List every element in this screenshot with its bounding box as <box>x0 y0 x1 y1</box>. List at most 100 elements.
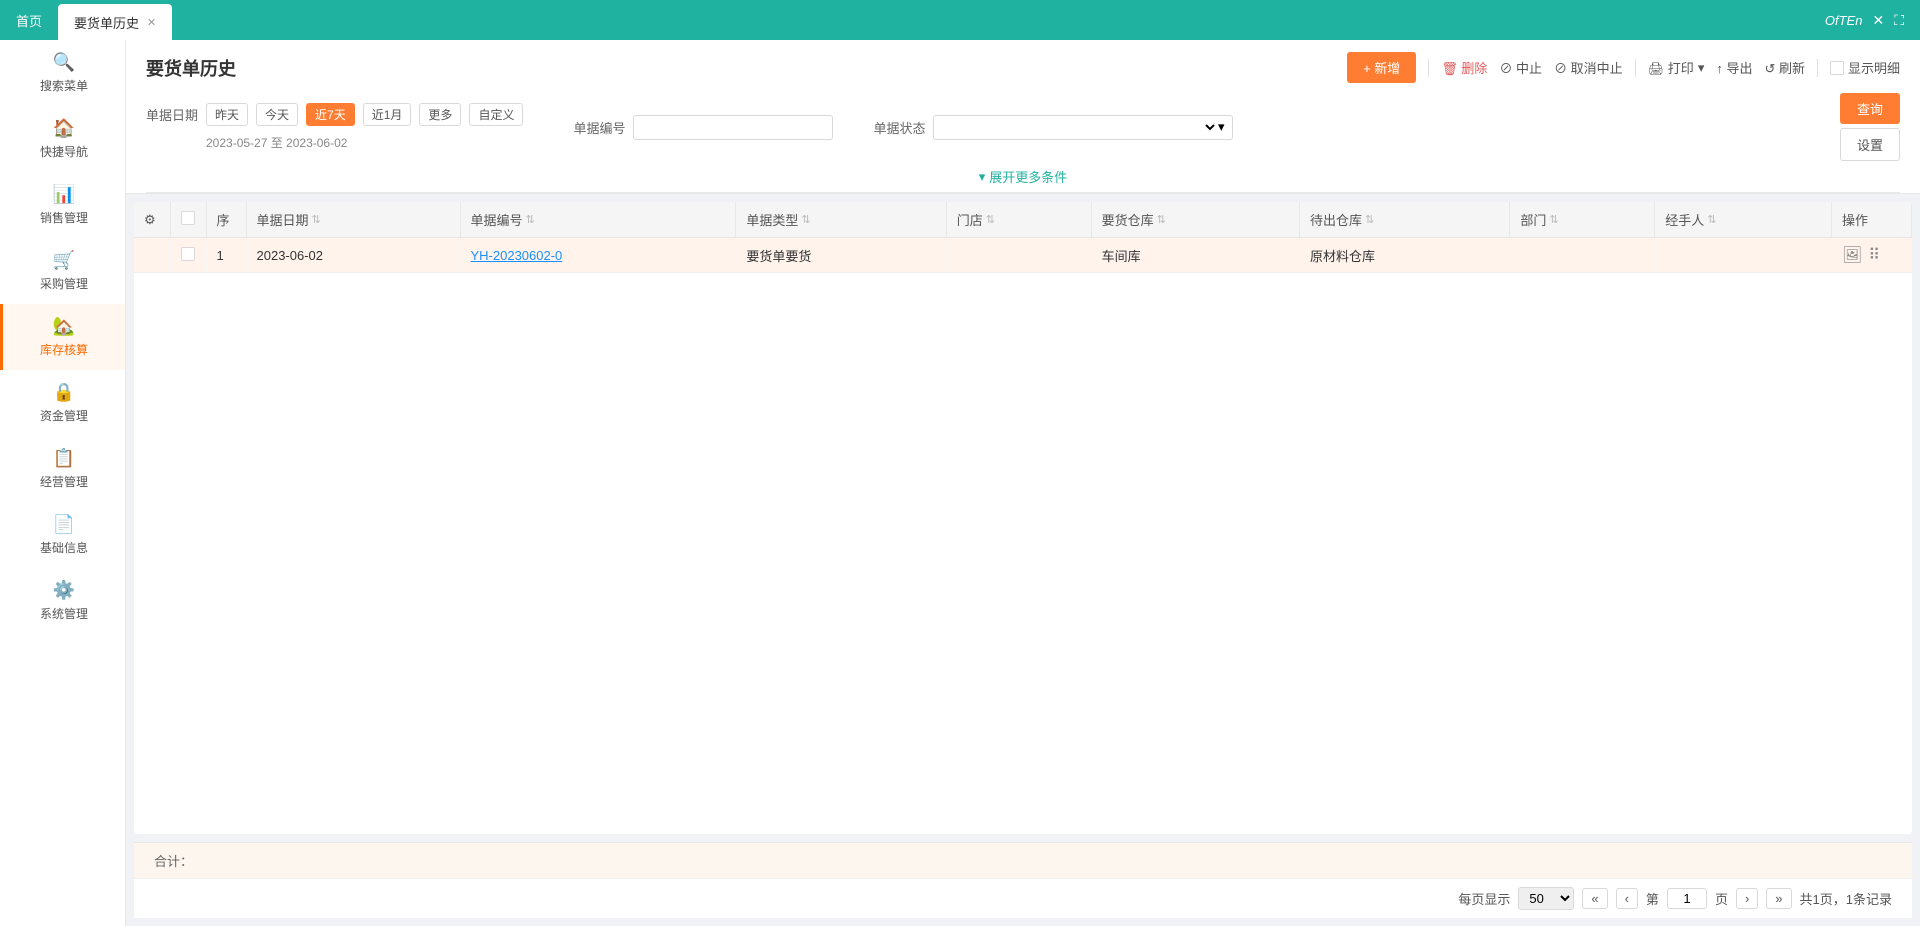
no-sort-icon[interactable]: ⇅ <box>526 213 535 226</box>
purchase-icon: 🛒 <box>53 250 75 271</box>
row-view-icon[interactable]: 🖼 <box>1842 245 1862 265</box>
date-sort-icon[interactable]: ⇅ <box>312 213 321 226</box>
display-cols-button[interactable]: 显示明细 <box>1830 58 1900 77</box>
sidebar-item-nav[interactable]: 🏠 快捷导航 <box>0 106 125 172</box>
sidebar-item-search[interactable]: 🔍 搜索菜单 <box>0 40 125 106</box>
page-title: 要货单历史 <box>146 55 236 81</box>
window-maximize-icon[interactable]: ⛶ <box>1894 12 1904 29</box>
settings-gear-icon[interactable]: ⚙ <box>144 212 156 227</box>
row-no[interactable]: YH-20230602-0 <box>460 238 736 273</box>
settings-button[interactable]: 设置 <box>1840 128 1900 161</box>
row-check <box>170 238 206 273</box>
row-more-icon[interactable]: ⠿ <box>1868 245 1880 265</box>
sidebar-label-finance: 资金管理 <box>40 407 88 424</box>
stop-label: ⊘ 中止 <box>1499 58 1542 77</box>
sidebar-item-system[interactable]: ⚙️ 系统管理 <box>0 568 125 634</box>
date-btn-custom[interactable]: 自定义 <box>469 103 523 126</box>
th-ops: 操作 <box>1832 202 1912 238</box>
tab-close-icon[interactable]: ✕ <box>147 16 156 29</box>
sidebar-item-purchase[interactable]: 🛒 采购管理 <box>0 238 125 304</box>
print-dropdown-icon[interactable]: ▾ <box>1698 60 1705 76</box>
per-page-label: 每页显示 <box>1458 889 1510 908</box>
page-title-row: 要货单历史 + 新增 🗑 删除 ⊘ 中止 ⊘ 取消中止 🖨 打印 <box>146 52 1900 83</box>
refresh-button[interactable]: ↺ 刷新 <box>1764 58 1805 77</box>
display-cols-checkbox[interactable] <box>1830 61 1844 75</box>
warehouse-sort-icon[interactable]: ⇅ <box>1157 213 1166 226</box>
next-page-btn[interactable]: › <box>1736 888 1758 909</box>
first-page-btn[interactable]: « <box>1582 888 1607 909</box>
th-date: 单据日期⇅ <box>246 202 460 238</box>
sidebar-item-finance[interactable]: 🔒 资金管理 <box>0 370 125 436</box>
sidebar-label-system: 系统管理 <box>40 605 88 622</box>
toolbar-divider-1 <box>1428 59 1429 77</box>
operations-icon: 📋 <box>53 448 75 469</box>
new-button[interactable]: + 新增 <box>1347 52 1416 83</box>
page-input[interactable] <box>1667 888 1707 909</box>
export-button[interactable]: ↑ 导出 <box>1716 58 1752 77</box>
table-body: 1 2023-06-02 YH-20230602-0 要货单要货 车间库 原材料… <box>134 238 1912 273</box>
th-type: 单据类型⇅ <box>736 202 946 238</box>
last-page-btn[interactable]: » <box>1766 888 1791 909</box>
stop-button[interactable]: ⊘ 中止 <box>1499 58 1542 77</box>
print-button[interactable]: 🖨 打印 ▾ <box>1648 58 1705 77</box>
sidebar-item-operations[interactable]: 📋 经营管理 <box>0 436 125 502</box>
export-label: ↑ 导出 <box>1716 58 1752 77</box>
top-bar: 首页 要货单历史 ✕ OfTEn ✕ ⛶ <box>0 0 1920 40</box>
tab-home-label: 首页 <box>16 11 42 30</box>
cancel-stop-button[interactable]: ⊘ 取消中止 <box>1554 58 1623 77</box>
content-area: 要货单历史 + 新增 🗑 删除 ⊘ 中止 ⊘ 取消中止 🖨 打印 <box>126 40 1920 926</box>
date-btn-today[interactable]: 今天 <box>256 103 298 126</box>
dept-sort-icon[interactable]: ⇅ <box>1549 213 1558 226</box>
status-filter-label: 单据状态 <box>873 118 925 137</box>
basic-icon: 📄 <box>53 514 75 535</box>
row-no-link[interactable]: YH-20230602-0 <box>471 248 563 263</box>
th-handler: 经手人⇅ <box>1655 202 1832 238</box>
tab-home[interactable]: 首页 <box>0 0 58 40</box>
delete-button[interactable]: 🗑 删除 <box>1441 58 1487 77</box>
top-bar-right: OfTEn ✕ ⛶ <box>1825 12 1920 29</box>
billno-filter-label: 单据编号 <box>573 118 625 137</box>
per-page-select[interactable]: 50 100 200 <box>1518 887 1574 910</box>
row-ops: 🖼 ⠿ <box>1832 238 1912 273</box>
status-dropdown-icon: ▾ <box>1218 119 1225 135</box>
summary-bar: 合计： <box>134 842 1912 878</box>
print-label: 🖨 打印 <box>1648 58 1694 77</box>
page-label: 第 <box>1646 889 1659 908</box>
row-warehouse: 车间库 <box>1091 238 1299 273</box>
date-range-display: 2023-05-27 至 2023-06-02 <box>206 134 347 151</box>
window-close-icon[interactable]: ✕ <box>1872 12 1884 29</box>
filter-area: 单据日期 昨天 今天 近7天 近1月 更多 自定义 2023-05-27 至 2… <box>146 93 1900 193</box>
table-area: ⚙ 序 单据日期⇅ 单据编号⇅ 单据类型⇅ <box>134 202 1912 834</box>
row-store <box>946 238 1091 273</box>
date-btn-more[interactable]: 更多 <box>419 103 461 126</box>
page-unit: 页 <box>1715 889 1728 908</box>
display-cols-label: 显示明细 <box>1848 58 1900 77</box>
tab-bill-history[interactable]: 要货单历史 ✕ <box>58 4 172 40</box>
select-all-checkbox[interactable] <box>181 211 195 225</box>
th-warehouse: 要货仓库⇅ <box>1091 202 1299 238</box>
query-button[interactable]: 查询 <box>1840 93 1900 124</box>
billno-input[interactable] <box>633 115 833 140</box>
row-dept <box>1510 238 1655 273</box>
row-num: 1 <box>206 238 246 273</box>
sidebar-item-basic[interactable]: 📄 基础信息 <box>0 502 125 568</box>
inventory-icon: 🏡 <box>53 316 75 337</box>
prev-page-btn[interactable]: ‹ <box>1616 888 1638 909</box>
date-btn-1month[interactable]: 近1月 <box>363 103 412 126</box>
expand-more-btn[interactable]: ▾ 展开更多条件 <box>146 167 1900 186</box>
refresh-label: ↺ 刷新 <box>1764 58 1805 77</box>
sidebar-item-inventory[interactable]: 🏡 库存核算 <box>0 304 125 370</box>
cancel-stop-label: ⊘ 取消中止 <box>1554 58 1623 77</box>
status-select[interactable] <box>942 119 1217 136</box>
date-btn-7days[interactable]: 近7天 <box>306 103 355 126</box>
table-row: 1 2023-06-02 YH-20230602-0 要货单要货 车间库 原材料… <box>134 238 1912 273</box>
type-sort-icon[interactable]: ⇅ <box>801 213 810 226</box>
handler-sort-icon[interactable]: ⇅ <box>1707 213 1716 226</box>
store-sort-icon[interactable]: ⇅ <box>986 213 995 226</box>
pending-sort-icon[interactable]: ⇅ <box>1365 213 1374 226</box>
row-checkbox[interactable] <box>181 247 195 261</box>
sidebar-item-sales[interactable]: 📊 销售管理 <box>0 172 125 238</box>
date-btn-yesterday[interactable]: 昨天 <box>206 103 248 126</box>
toolbar: + 新增 🗑 删除 ⊘ 中止 ⊘ 取消中止 🖨 打印 ▾ <box>1347 52 1900 83</box>
row-pending-warehouse: 原材料仓库 <box>1300 238 1510 273</box>
